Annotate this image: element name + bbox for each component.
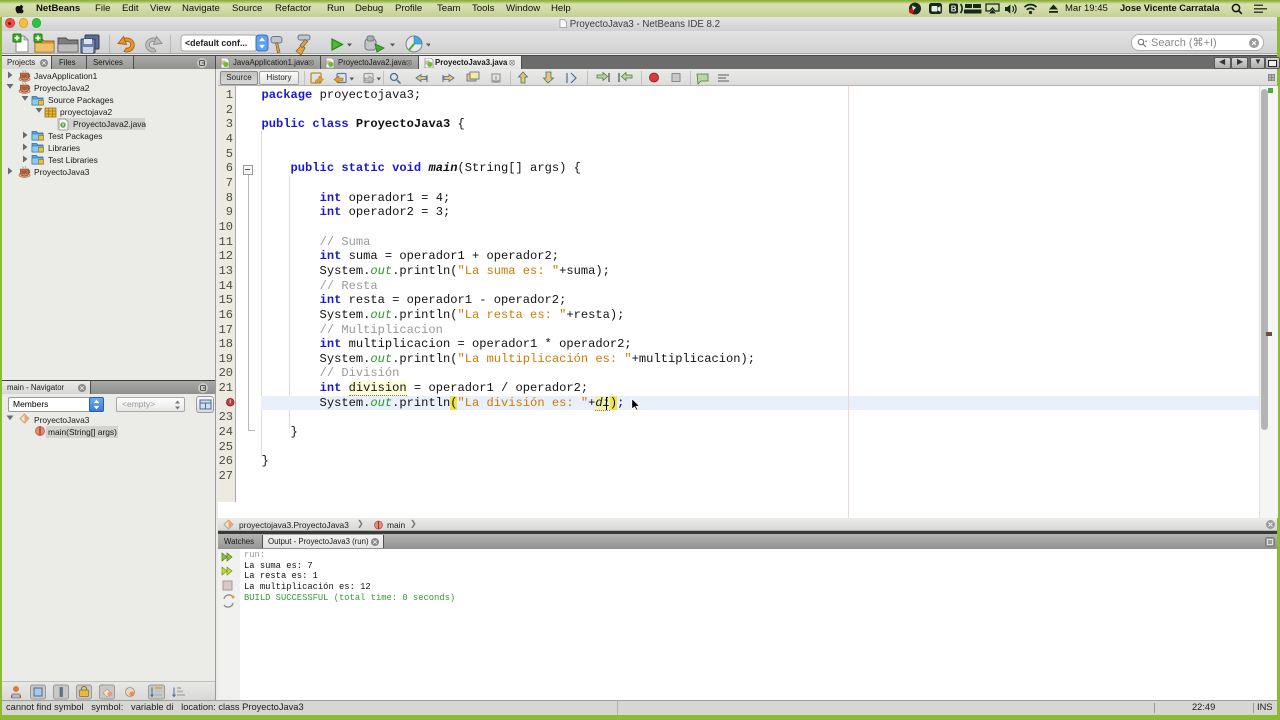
svg-text:<default conf...: <default conf... (185, 38, 247, 48)
svg-text:B: B (951, 5, 957, 14)
